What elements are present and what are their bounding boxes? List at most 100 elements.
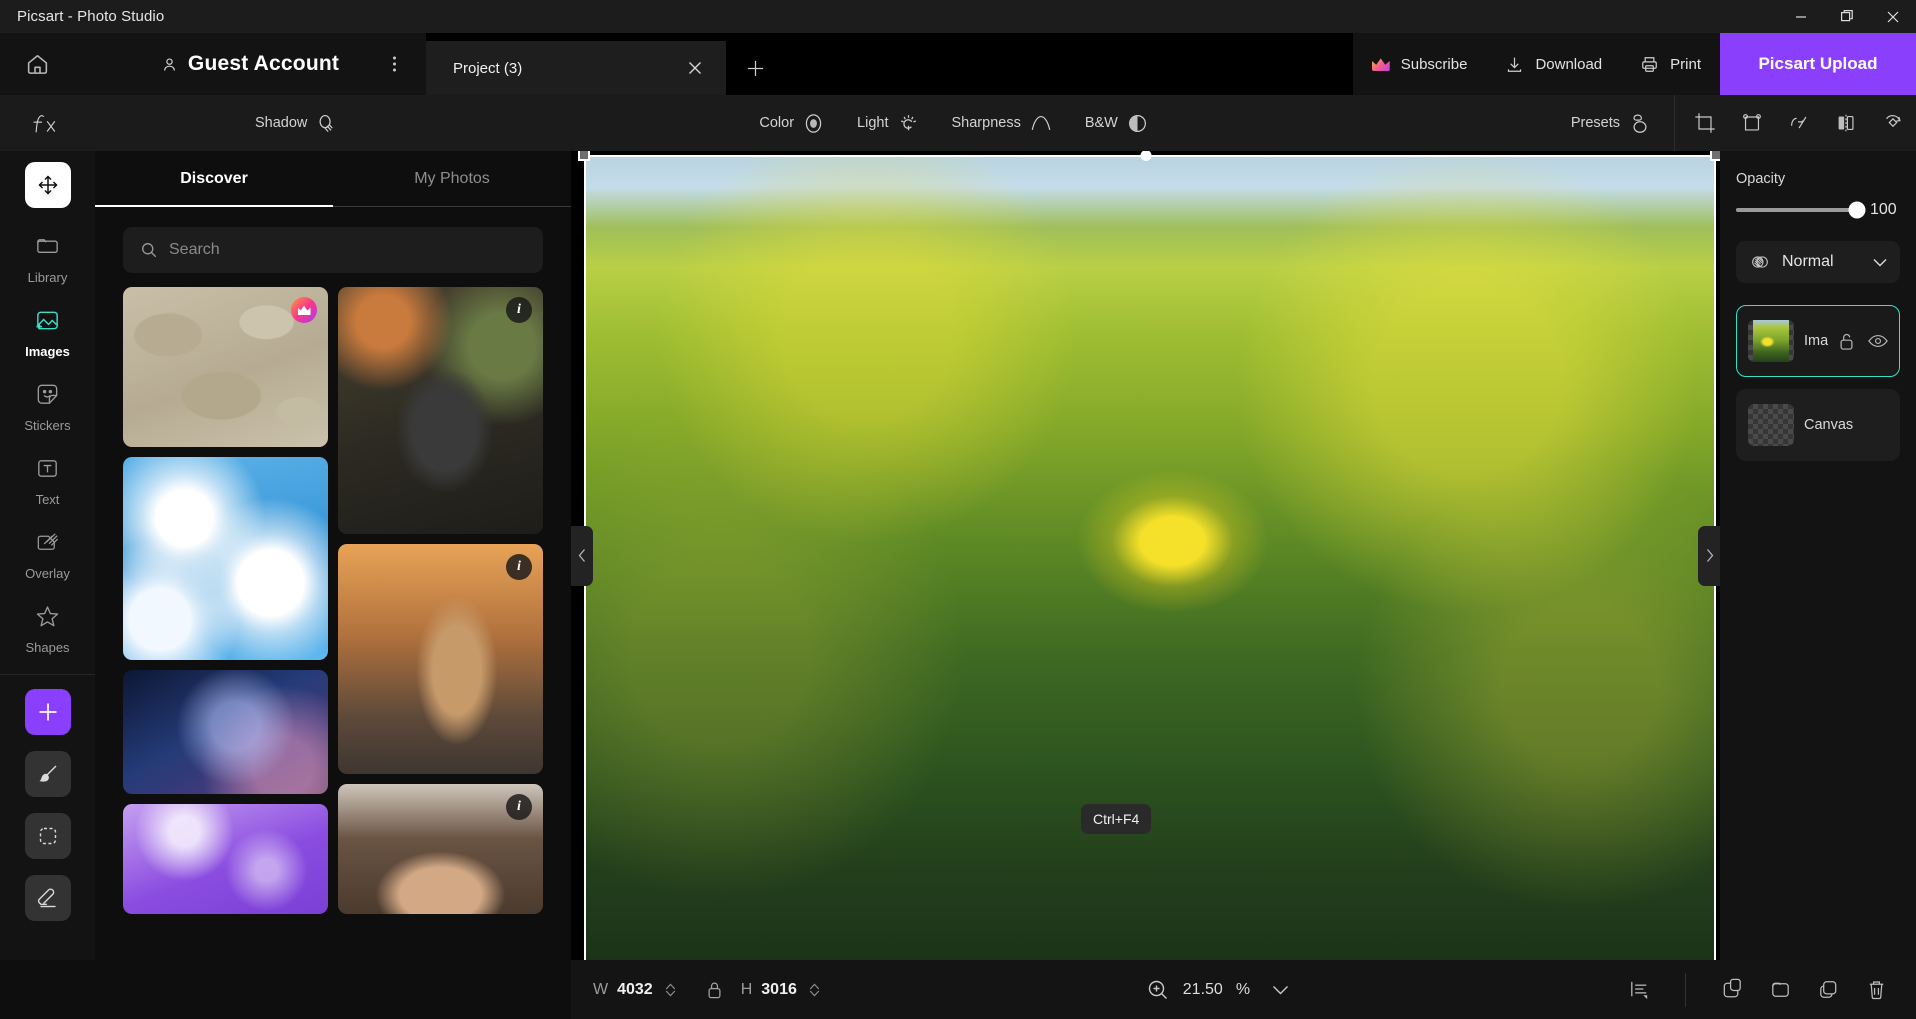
color-button[interactable]: Color [743,95,841,151]
zoom-control[interactable]: 21.50 % [820,978,1615,1002]
account-button[interactable]: Guest Account [74,33,426,95]
tab-project[interactable]: Project (3) [426,41,726,95]
brush-icon[interactable] [25,751,71,797]
free-transform-icon[interactable] [1728,95,1775,151]
list-item[interactable] [123,287,328,447]
sidebar-item-text[interactable]: Text [0,444,95,518]
opacity-slider[interactable] [1736,208,1857,212]
search-input[interactable] [169,241,526,259]
eraser-icon[interactable] [25,875,71,921]
delete-icon[interactable] [1852,960,1900,1019]
home-icon[interactable] [0,33,74,95]
blend-mode-select[interactable]: Normal [1736,241,1900,283]
sharpness-button[interactable]: Sharpness [936,95,1069,151]
layer-name: Image… [1804,333,1828,349]
light-button[interactable]: Light [841,95,935,151]
text-icon [34,455,61,487]
layers-panel: Opacity 100 Normal Im [1720,151,1916,960]
sidebar-item-label: Stickers [24,418,70,433]
sidebar-item-label: Images [25,344,70,359]
group-icon[interactable] [1756,960,1804,1019]
fx-adjustments: Color Light Sharpness B&W [743,95,1164,151]
collapse-right-panel-button[interactable] [1698,526,1720,586]
sidebar-item-library[interactable]: Library [0,222,95,296]
subscribe-button[interactable]: Subscribe [1353,33,1487,95]
info-badge-icon[interactable]: i [506,297,532,323]
star-icon [34,603,61,635]
shadow-button[interactable]: Shadow [239,95,353,151]
search-icon [140,241,158,259]
list-item[interactable] [123,457,328,660]
sun-icon [897,112,920,135]
kebab-menu-icon[interactable] [393,57,396,72]
layer-item-image[interactable]: Image… [1736,305,1900,377]
sidebar-item-overlay[interactable]: Overlay [0,518,95,592]
info-badge-icon[interactable]: i [506,794,532,820]
selection-handle-top-left[interactable] [578,151,590,161]
add-layer-button[interactable] [25,689,71,735]
maximize-icon[interactable] [1824,0,1870,33]
height-value[interactable]: 3016 [761,981,797,999]
move-icon[interactable] [25,162,71,208]
duplicate-icon[interactable] [1804,960,1852,1019]
height-stepper[interactable] [809,983,820,997]
list-item[interactable]: i [338,287,543,534]
premium-badge-icon[interactable] [291,297,317,323]
top-toolbar: Guest Account Project (3) Subscribe [0,33,1916,95]
perspective-icon[interactable] [1775,95,1822,151]
tab-my-photos[interactable]: My Photos [333,151,571,206]
keyboard-shortcut-tooltip: Ctrl+F4 [1081,804,1151,834]
info-badge-icon[interactable]: i [506,554,532,580]
crop-icon[interactable] [1681,95,1728,151]
rotate-icon[interactable] [1869,95,1916,151]
merge-icon[interactable] [1708,960,1756,1019]
picsart-upload-button[interactable]: Picsart Upload [1720,33,1916,95]
download-label: Download [1535,56,1602,73]
layer-item-canvas[interactable]: Canvas [1736,389,1900,461]
selection-icon[interactable] [25,813,71,859]
color-label: Color [759,115,794,131]
canvas-image[interactable] [584,155,1716,960]
sidebar-item-label: Library [28,270,68,285]
width-key: W [593,981,608,999]
tab-discover[interactable]: Discover [95,151,333,206]
status-bar: W 4032 H 3016 21.50 % [0,960,1916,1019]
flip-icon[interactable] [1822,95,1869,151]
new-tab-button[interactable] [726,41,784,95]
sidebar-item-stickers[interactable]: Stickers [0,370,95,444]
opacity-slider-knob[interactable] [1849,202,1866,219]
selection-handle-top-right[interactable] [1710,151,1720,161]
bw-button[interactable]: B&W [1069,95,1165,151]
close-icon[interactable] [1870,0,1916,33]
tab-label: Project (3) [453,60,682,77]
presets-button[interactable]: Presets [1555,95,1668,151]
layer-thumbnail [1748,320,1794,362]
download-button[interactable]: Download [1486,33,1621,95]
shadow-label: Shadow [255,115,307,131]
sharpness-icon [1029,112,1053,134]
list-item[interactable]: i [338,784,543,914]
list-item[interactable] [123,670,328,794]
aspect-lock-icon[interactable] [676,980,741,1000]
width-field[interactable]: W 4032 [571,981,676,999]
width-value[interactable]: 4032 [617,981,653,999]
width-stepper[interactable] [665,983,676,997]
eye-icon[interactable] [1868,334,1888,348]
bw-label: B&W [1085,115,1118,131]
sidebar-item-shapes[interactable]: Shapes [0,592,95,666]
sidebar-item-images[interactable]: Images [0,296,95,370]
list-item[interactable] [123,804,328,914]
blend-mode-value: Normal [1782,253,1862,271]
height-field[interactable]: H 3016 [741,981,820,999]
canvas-area[interactable]: Ctrl+F4 [571,151,1720,960]
tab-close-icon[interactable] [682,55,708,81]
unlock-icon[interactable] [1838,332,1855,351]
thumbnail-column-right: i i i [338,287,543,960]
status-bar-left-spacer [0,960,571,1019]
print-button[interactable]: Print [1621,33,1720,95]
list-item[interactable]: i [338,544,543,774]
search-box[interactable] [123,227,543,273]
align-left-icon[interactable] [1615,960,1663,1019]
collapse-left-panel-button[interactable] [571,526,593,586]
minimize-icon[interactable] [1778,0,1824,33]
